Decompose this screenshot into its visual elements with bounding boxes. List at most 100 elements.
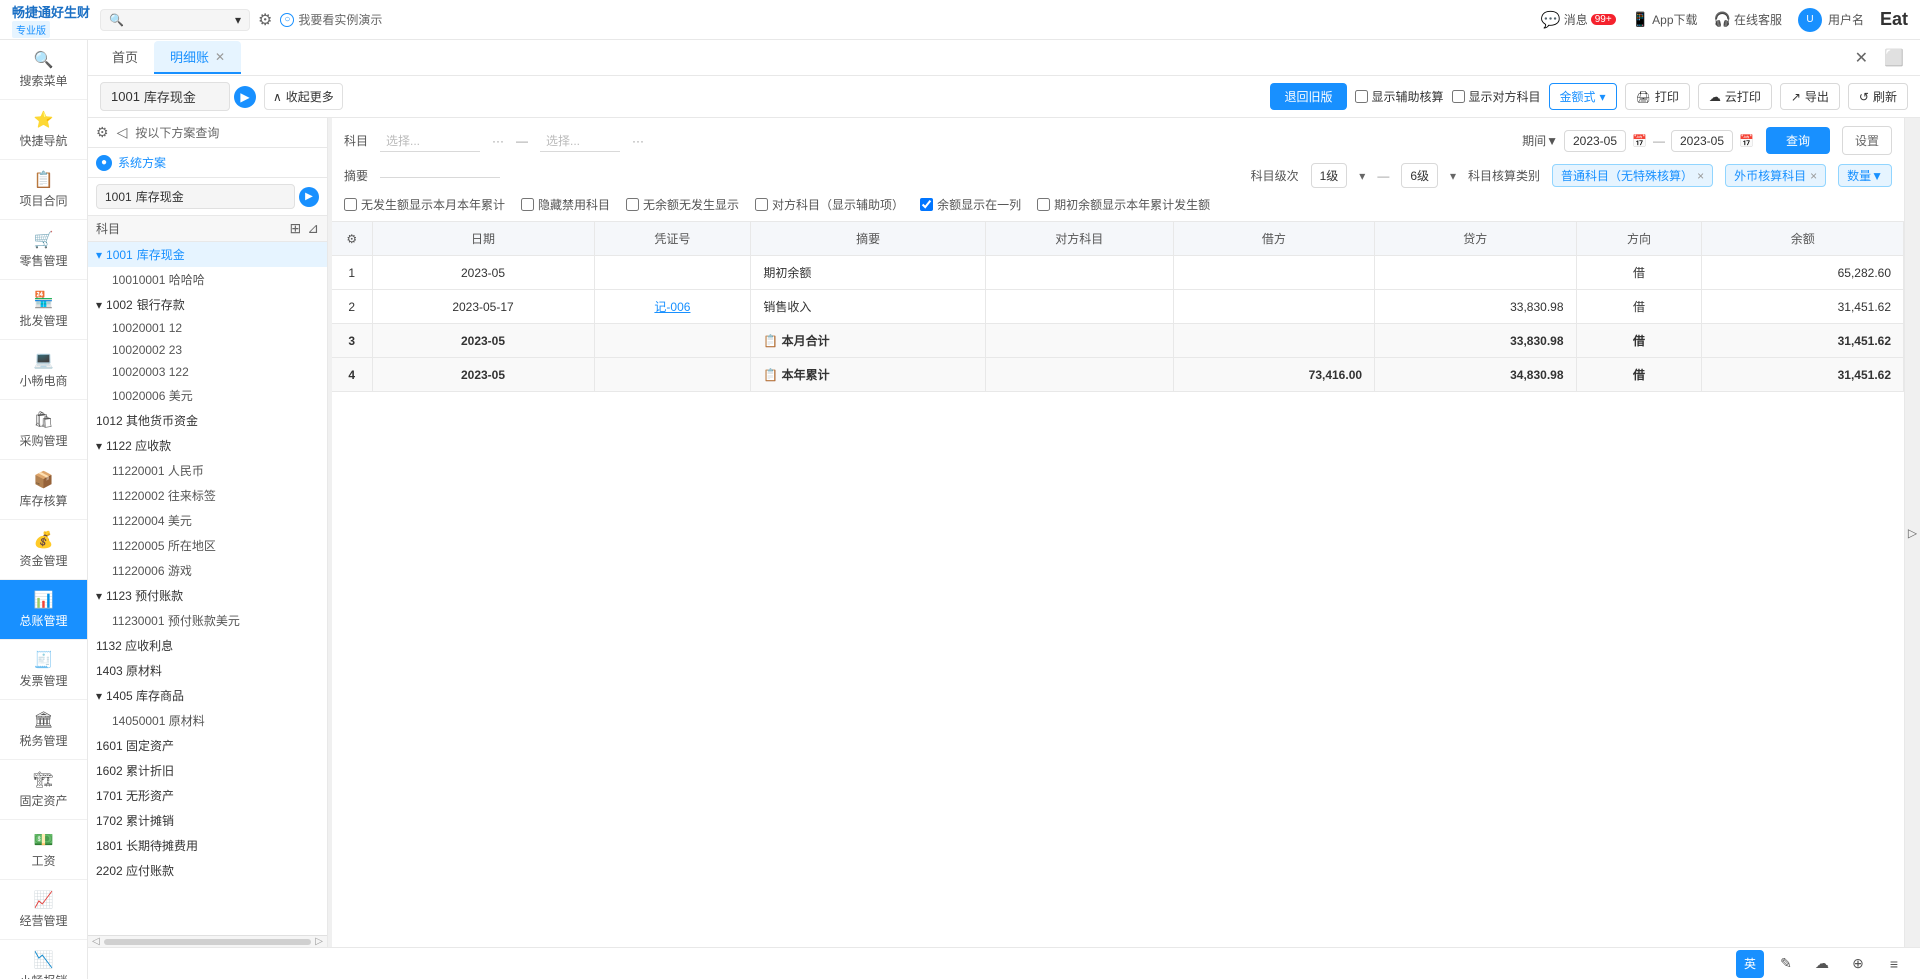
cb-opening-input[interactable] xyxy=(1037,198,1050,211)
filter-tag-2-close[interactable]: × xyxy=(1810,169,1817,183)
query-scheme-item[interactable]: ● 系统方案 xyxy=(88,148,327,178)
tree-grid-icon[interactable]: ⊞ xyxy=(290,220,302,237)
filter-level-end-arrow[interactable]: ▾ xyxy=(1450,169,1456,183)
tree-item-10020006[interactable]: 10020006 美元 xyxy=(88,383,327,408)
th-settings[interactable]: ⚙ xyxy=(332,222,372,256)
tree-item-1602[interactable]: 1602 累计折旧 xyxy=(88,758,327,783)
lang-btn[interactable]: 英 xyxy=(1736,950,1764,978)
filter-level-arrow[interactable]: ▾ xyxy=(1359,169,1365,183)
tree-item-1122[interactable]: ▾ 1122 应收款 xyxy=(88,433,327,458)
tree-item-11220002[interactable]: 11220002 往来标签 xyxy=(88,483,327,508)
app-download-btn[interactable]: 📱 App下载 xyxy=(1632,11,1698,28)
tab-maximize[interactable]: ⬜ xyxy=(1876,44,1912,72)
edit-icon-btn[interactable]: ✎ xyxy=(1772,950,1800,978)
tree-item-1123[interactable]: ▾ 1123 预付账款 xyxy=(88,583,327,608)
cb-contra-input[interactable] xyxy=(755,198,768,211)
show-contra-checkbox[interactable] xyxy=(1452,90,1465,103)
filter-subject-end-input[interactable]: 选择... xyxy=(540,130,620,152)
tree-item-11220006[interactable]: 11220006 游戏 xyxy=(88,558,327,583)
tab-detail[interactable]: 明细账 ✕ xyxy=(154,41,241,74)
settings-btn[interactable]: ⚙ xyxy=(250,6,280,34)
sidebar-item-quick-nav[interactable]: ⭐ 快捷导航 xyxy=(0,100,87,160)
search-dropdown-icon[interactable]: ▾ xyxy=(235,13,241,27)
left-account-box[interactable]: 1001 库存现金 xyxy=(96,184,295,209)
voucher-link-2[interactable]: 记-006 xyxy=(654,300,690,314)
tab-close-all[interactable]: ✕ xyxy=(1847,44,1876,72)
sidebar-item-tax[interactable]: 🏛 税务管理 xyxy=(0,700,87,760)
scrollbar-thumb[interactable] xyxy=(104,939,312,945)
cloud-icon-btn[interactable]: ☁ xyxy=(1808,950,1836,978)
scroll-right-btn[interactable]: ▷ xyxy=(315,936,323,947)
tree-item-1403[interactable]: 1403 原材料 xyxy=(88,658,327,683)
query-scheme-settings-icon[interactable]: ⚙ xyxy=(96,124,109,141)
user-area[interactable]: U 用户名 xyxy=(1798,8,1864,32)
tree-item-14050001[interactable]: 14050001 原材料 xyxy=(88,708,327,733)
scroll-left-btn[interactable]: ◁ xyxy=(92,936,100,947)
demo-link[interactable]: ○ 我要看实例演示 xyxy=(280,11,382,28)
sidebar-item-retail[interactable]: 🛒 零售管理 xyxy=(0,220,87,280)
tree-expand-icon[interactable]: ⊿ xyxy=(307,220,319,237)
tree-item-1012[interactable]: 1012 其他货币资金 xyxy=(88,408,327,433)
right-collapse-btn[interactable]: ▷ xyxy=(1904,118,1920,947)
tree-item-11220004[interactable]: 11220004 美元 xyxy=(88,508,327,533)
more-btn[interactable]: ∧ 收起更多 xyxy=(264,83,343,110)
cb-no-balance-input[interactable] xyxy=(626,198,639,211)
filter-subject-input[interactable]: 选择... xyxy=(380,130,480,152)
add-icon-btn[interactable]: ⊕ xyxy=(1844,950,1872,978)
amount-format-btn[interactable]: 金额式 ▾ xyxy=(1549,83,1617,110)
tree-item-1002[interactable]: ▾ 1002 银行存款 xyxy=(88,292,327,317)
refresh-btn[interactable]: ↺ 刷新 xyxy=(1848,83,1908,110)
filter-level-start[interactable]: 1级 xyxy=(1311,163,1348,188)
online-service-btn[interactable]: 🎧 在线客服 xyxy=(1714,11,1782,28)
account-selector-arrow[interactable]: ▶ xyxy=(234,86,256,108)
tree-item-11220005[interactable]: 11220005 所在地区 xyxy=(88,533,327,558)
sidebar-item-fixed-assets[interactable]: 🏗 固定资产 xyxy=(0,760,87,820)
menu-icon-btn[interactable]: ≡ xyxy=(1880,950,1908,978)
sidebar-item-sales-report[interactable]: 📉 小畅报销 xyxy=(0,940,87,979)
cb-hide-disabled-input[interactable] xyxy=(521,198,534,211)
filter-summary-input[interactable] xyxy=(380,173,500,178)
show-aux-checkbox[interactable] xyxy=(1355,90,1368,103)
filter-period-calendar-icon2[interactable]: 📅 xyxy=(1739,134,1754,148)
tab-detail-close[interactable]: ✕ xyxy=(215,50,225,64)
top-search-box[interactable]: 🔍 ▾ xyxy=(100,9,250,31)
tree-item-10020003[interactable]: 10020003 122 xyxy=(88,361,327,383)
print-btn[interactable]: 🖨 打印 xyxy=(1625,83,1690,110)
sidebar-item-ecommerce[interactable]: 💻 小畅电商 xyxy=(0,340,87,400)
sidebar-item-purchase[interactable]: 🛍 采购管理 xyxy=(0,400,87,460)
sidebar-item-general-ledger[interactable]: 📊 总账管理 xyxy=(0,580,87,640)
sidebar-item-project[interactable]: 📋 项目合同 xyxy=(0,160,87,220)
sidebar-item-inventory[interactable]: 📦 库存核算 xyxy=(0,460,87,520)
tree-item-1701[interactable]: 1701 无形资产 xyxy=(88,783,327,808)
tree-item-1132[interactable]: 1132 应收利息 xyxy=(88,633,327,658)
tree-item-10010001[interactable]: 10010001 哈哈哈 xyxy=(88,267,327,292)
back-old-btn[interactable]: 退回旧版 xyxy=(1270,83,1346,110)
filter-period-calendar-icon1[interactable]: 📅 xyxy=(1632,134,1647,148)
table-settings-icon[interactable]: ⚙ xyxy=(346,232,357,246)
tree-item-1801[interactable]: 1801 长期待摊费用 xyxy=(88,833,327,858)
tree-item-11220001[interactable]: 11220001 人民币 xyxy=(88,458,327,483)
tree-item-1601[interactable]: 1601 固定资产 xyxy=(88,733,327,758)
left-account-arrow[interactable]: ▶ xyxy=(299,187,319,207)
tree-item-10020001[interactable]: 10020001 12 xyxy=(88,317,327,339)
sidebar-item-invoice[interactable]: 🧾 发票管理 xyxy=(0,640,87,700)
cb-balance-col-input[interactable] xyxy=(920,198,933,211)
cloud-print-btn[interactable]: ☁ 云打印 xyxy=(1698,83,1772,110)
msg-btn[interactable]: 💬 消息 99+ xyxy=(1541,10,1616,30)
sidebar-item-operations[interactable]: 📈 经营管理 xyxy=(0,880,87,940)
sidebar-item-salary[interactable]: 💵 工资 xyxy=(0,820,87,880)
query-btn[interactable]: 查询 xyxy=(1766,127,1830,154)
filter-period-start[interactable]: 2023-05 xyxy=(1564,130,1626,152)
filter-tag-3[interactable]: 数量▼ xyxy=(1838,164,1892,187)
sidebar-item-capital[interactable]: 💰 资金管理 xyxy=(0,520,87,580)
account-selector-box[interactable]: 1001 库存现金 xyxy=(100,82,230,111)
sidebar-item-search[interactable]: 🔍 搜索菜单 xyxy=(0,40,87,100)
left-panel-scrollbar-h[interactable]: ◁ ▷ xyxy=(88,935,327,947)
filter-tag-1-close[interactable]: × xyxy=(1697,169,1704,183)
td-voucher-2[interactable]: 记-006 xyxy=(594,290,751,324)
filter-level-end[interactable]: 6级 xyxy=(1401,163,1438,188)
tree-item-1001[interactable]: ▾ 1001 库存现金 xyxy=(88,242,327,267)
tree-item-1405[interactable]: ▾ 1405 库存商品 xyxy=(88,683,327,708)
filter-period-end[interactable]: 2023-05 xyxy=(1671,130,1733,152)
tree-item-11230001[interactable]: 11230001 预付账款美元 xyxy=(88,608,327,633)
